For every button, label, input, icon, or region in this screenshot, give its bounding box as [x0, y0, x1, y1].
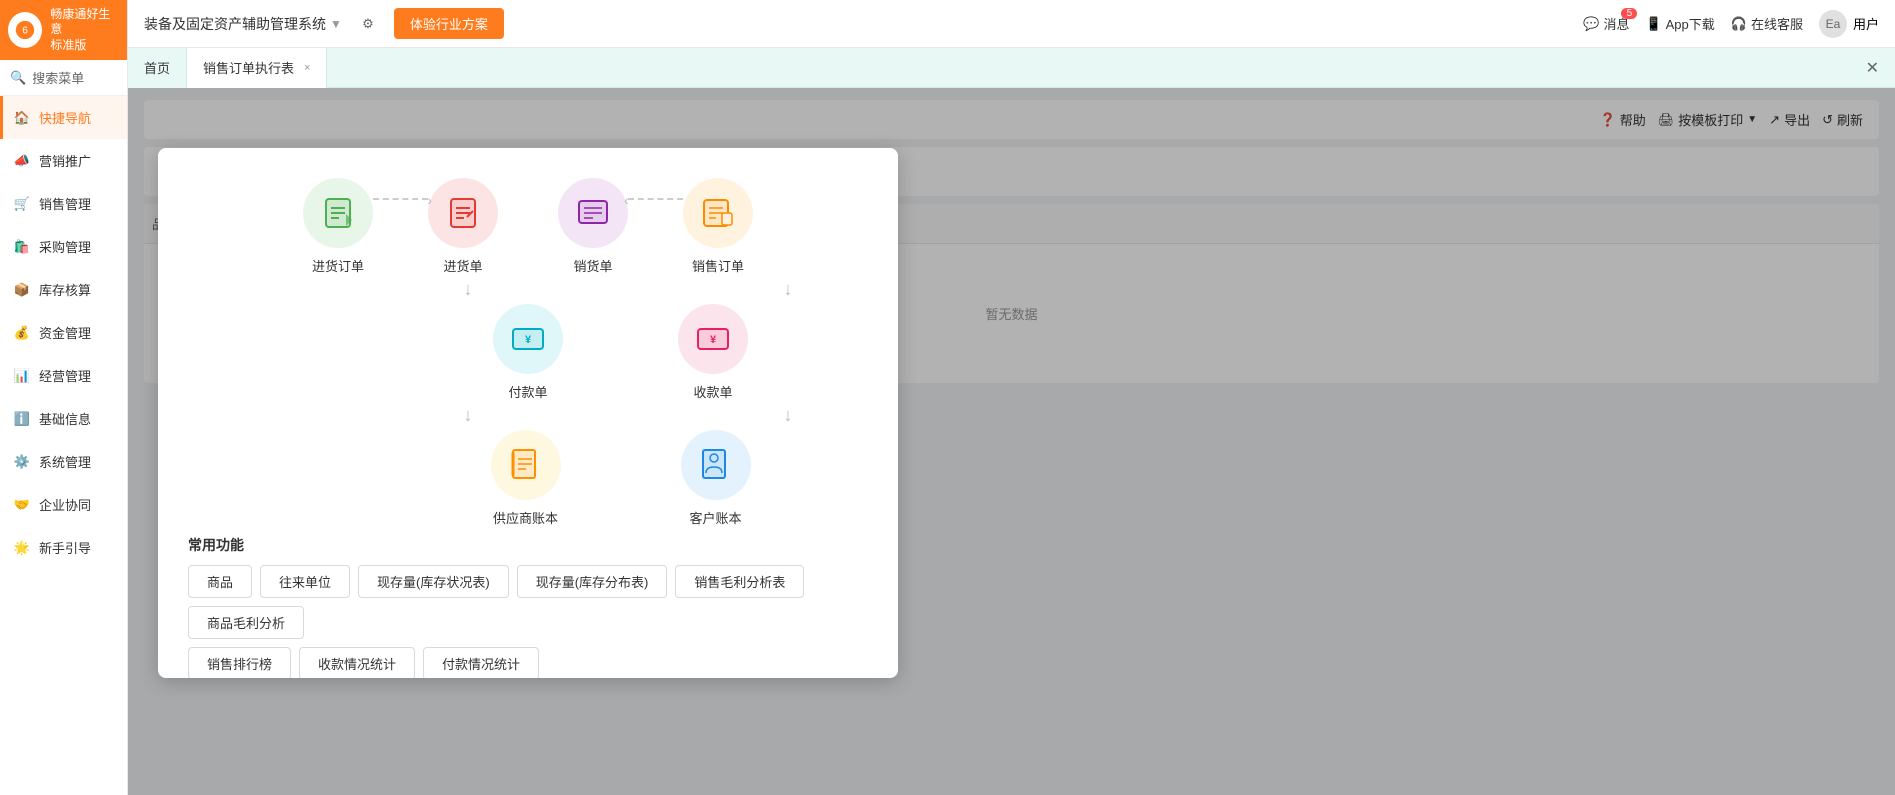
down-arrows-row: ↓ ↓: [188, 279, 868, 300]
flow-diagram: 进货订单 ›: [188, 178, 868, 275]
sales-icon: 🛒: [13, 195, 31, 213]
guide-icon: 🌟: [13, 539, 31, 557]
down-arrow-sb: ↓: [723, 279, 853, 300]
messages-action[interactable]: 💬 消息 5: [1583, 14, 1629, 33]
purchase-bill-icon: [428, 178, 498, 248]
sidebar: 6 畅康通好生意 标准版 🔍 搜索菜单 🏠 快捷导航 📣 营销推广 🛒 销售管理: [0, 0, 128, 795]
message-icon: 💬: [1583, 16, 1599, 32]
customer-ledger-icon: [681, 430, 751, 500]
info-icon: ℹ️: [13, 410, 31, 428]
purchase-order-icon: [303, 178, 373, 248]
func-btn-products[interactable]: 商品: [188, 565, 252, 598]
inventory-icon: 📦: [13, 281, 31, 299]
user-area[interactable]: Ea 用户: [1819, 10, 1879, 38]
purchase-bill-label: 进货单: [443, 256, 482, 275]
topbar-actions: 💬 消息 5 📱 App下载 🎧 在线客服 Ea 用户: [1583, 10, 1879, 38]
sidebar-item-sales[interactable]: 🛒 销售管理: [0, 182, 127, 225]
finance-icon: 💰: [13, 324, 31, 342]
modal-overlay[interactable]: 进货订单 ›: [128, 88, 1895, 795]
home-icon: 🏠: [13, 109, 31, 127]
sidebar-item-collaboration[interactable]: 🤝 企业协同: [0, 483, 127, 526]
sidebar-item-purchase[interactable]: 🛍️ 采购管理: [0, 225, 127, 268]
logo-text: 畅康通好生意 标准版: [50, 7, 119, 54]
receipt-bill-icon: ¥: [678, 304, 748, 374]
exp-industry-button[interactable]: 体验行业方案: [394, 8, 504, 39]
sidebar-item-guide[interactable]: 🌟 新手引导: [0, 526, 127, 569]
func-btn-payment-stats[interactable]: 付款情况统计: [423, 647, 539, 678]
func-btn-product-gross[interactable]: 商品毛利分析: [188, 606, 304, 639]
modal-body: 进货订单 ›: [158, 148, 898, 678]
system-icon: ⚙️: [13, 453, 31, 471]
receipt-bill-label: 收款单: [693, 382, 732, 401]
message-badge: 5: [1621, 8, 1637, 19]
sales-order-label: 销售订单: [692, 256, 744, 275]
logo-icon: 6: [8, 12, 42, 48]
spacer3: [533, 405, 723, 426]
down-arrow-pb: ↓: [403, 279, 533, 300]
down-arrow-pay: ↓: [403, 405, 533, 426]
operations-icon: 📊: [13, 367, 31, 385]
arrow-so-sb: ‹: [628, 198, 683, 200]
dropdown-chevron-icon: ▼: [330, 17, 342, 31]
svg-text:6: 6: [22, 26, 28, 37]
quick-nav-modal: 进货订单 ›: [158, 148, 898, 678]
main-area: 装备及固定资产辅助管理系统 ▼ ⚙ 体验行业方案 💬 消息 5 📱 App下载 …: [128, 0, 1895, 795]
sidebar-item-basic-info[interactable]: ℹ️ 基础信息: [0, 397, 127, 440]
down-arrow-rec: ↓: [723, 405, 853, 426]
func-btn-stock-dist[interactable]: 现存量(库存分布表): [517, 565, 668, 598]
payment-bill-label: 付款单: [508, 382, 547, 401]
search-menu[interactable]: 🔍 搜索菜单: [0, 60, 127, 96]
func-buttons-row1: 商品 往来单位 现存量(库存状况表) 现存量(库存分布表) 销售毛利分析表 商品…: [188, 565, 868, 639]
func-btn-receipt-stats[interactable]: 收款情况统计: [299, 647, 415, 678]
tab-close-icon[interactable]: ×: [304, 62, 310, 74]
headset-icon: 🎧: [1731, 16, 1747, 32]
sidebar-item-marketing[interactable]: 📣 营销推广: [0, 139, 127, 182]
tab-sales-execution[interactable]: 销售订单执行表 ×: [187, 48, 327, 88]
sidebar-logo: 6 畅康通好生意 标准版: [0, 0, 127, 60]
tabs-bar: 首页 销售订单执行表 × ✕: [128, 48, 1895, 88]
func-btn-stock-status[interactable]: 现存量(库存状况表): [358, 565, 509, 598]
flow-row2: ¥ 付款单 ¥ 收款单: [188, 304, 868, 401]
common-functions-title: 常用功能: [188, 535, 868, 555]
system-title[interactable]: 装备及固定资产辅助管理系统 ▼: [144, 14, 342, 34]
down-arrows-row2: ↓ ↓: [188, 405, 868, 426]
phone-icon: 📱: [1645, 16, 1661, 32]
common-functions: 常用功能 商品 往来单位 现存量(库存状况表) 现存量(库存分布表) 销售毛利分…: [188, 535, 868, 678]
spacer2: [533, 279, 723, 300]
supplier-ledger-label: 供应商账本: [493, 508, 558, 527]
func-buttons-row2: 销售排行榜 收款情况统计 付款情况统计: [188, 647, 868, 678]
tab-home[interactable]: 首页: [128, 48, 187, 88]
svg-text:¥: ¥: [710, 334, 717, 346]
close-window-button[interactable]: ✕: [1850, 58, 1895, 78]
collab-icon: 🤝: [13, 496, 31, 514]
sidebar-item-system[interactable]: ⚙️ 系统管理: [0, 440, 127, 483]
settings-icon[interactable]: ⚙: [354, 10, 382, 38]
sidebar-item-inventory[interactable]: 📦 库存核算: [0, 268, 127, 311]
sidebar-nav: 🏠 快捷导航 📣 营销推广 🛒 销售管理 🛍️ 采购管理 📦 库存核算 💰: [0, 96, 127, 795]
sales-bill-label: 销货单: [573, 256, 612, 275]
online-service-action[interactable]: 🎧 在线客服: [1731, 14, 1803, 33]
func-btn-sales-ranking[interactable]: 销售排行榜: [188, 647, 291, 678]
sales-order-icon: [683, 178, 753, 248]
sidebar-item-finance[interactable]: 💰 资金管理: [0, 311, 127, 354]
purchase-icon: 🛍️: [13, 238, 31, 256]
svg-text:¥: ¥: [525, 334, 532, 346]
megaphone-icon: 📣: [13, 152, 31, 170]
topbar: 装备及固定资产辅助管理系统 ▼ ⚙ 体验行业方案 💬 消息 5 📱 App下载 …: [128, 0, 1895, 48]
func-btn-counterparty[interactable]: 往来单位: [260, 565, 350, 598]
sidebar-item-quick-nav[interactable]: 🏠 快捷导航: [0, 96, 127, 139]
func-btn-sales-gross[interactable]: 销售毛利分析表: [675, 565, 804, 598]
content-area: ❓ 帮助 🖨 按模板打印 ▼ ↗ 导出 ↺: [128, 88, 1895, 795]
sales-bill-icon: [558, 178, 628, 248]
avatar: Ea: [1819, 10, 1847, 38]
sidebar-item-operations[interactable]: 📊 经营管理: [0, 354, 127, 397]
arrow-po-pb: ›: [373, 198, 428, 200]
purchase-order-label: 进货订单: [312, 256, 364, 275]
payment-bill-icon: ¥: [493, 304, 563, 374]
flow-row3: 供应商账本 客户账本: [188, 430, 868, 527]
search-icon: 🔍: [10, 70, 26, 86]
supplier-ledger-icon: [491, 430, 561, 500]
app-download-action[interactable]: 📱 App下载: [1645, 14, 1714, 33]
customer-ledger-label: 客户账本: [689, 508, 741, 527]
